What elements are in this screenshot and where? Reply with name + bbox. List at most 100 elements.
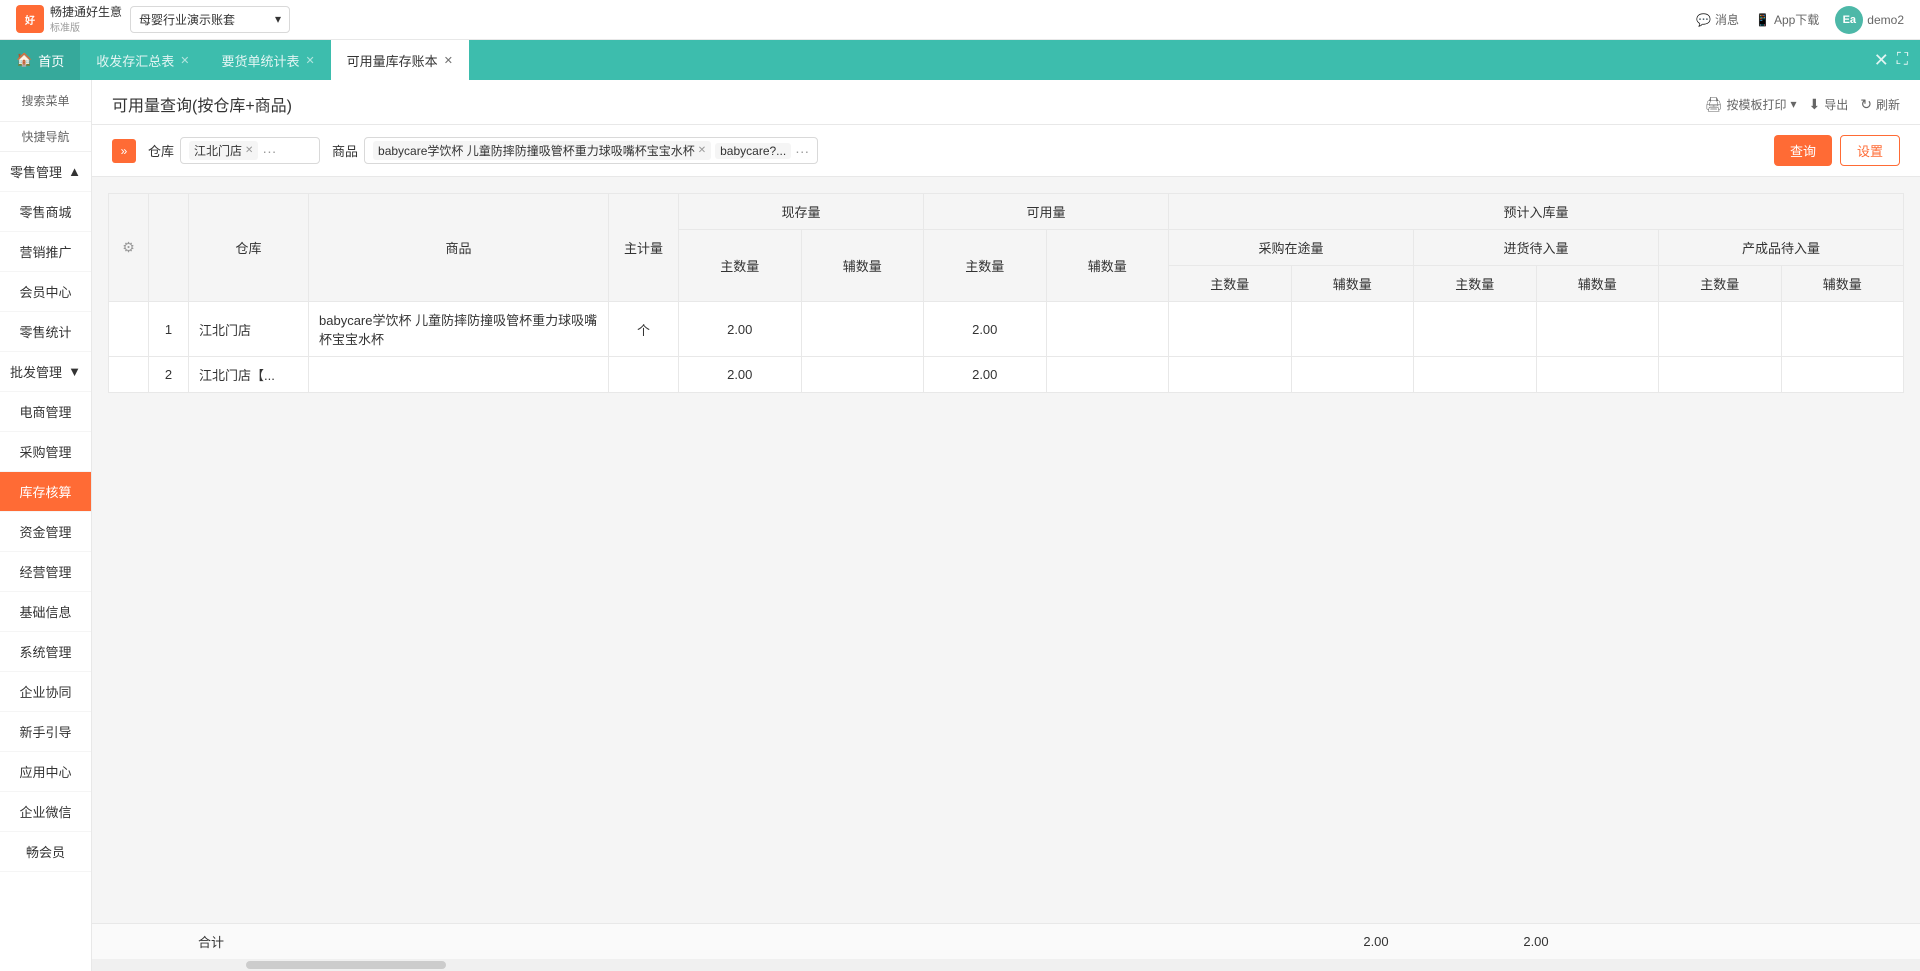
table-settings-icon[interactable]: ⚙ xyxy=(122,239,135,255)
tab-receive-summary-label: 收发存汇总表 xyxy=(96,51,174,70)
chevron-icon: ▲ xyxy=(68,164,81,179)
product-tag-1-text: babycare?... xyxy=(720,144,786,158)
sidebar-item-purchase-mgmt[interactable]: 采购管理 xyxy=(0,432,91,472)
warehouse-tag-text: 江北门店 xyxy=(194,142,242,159)
row1-production-aux xyxy=(1781,302,1904,357)
col-production-group-header: 产成品待入量 xyxy=(1659,230,1904,266)
message-action[interactable]: 💬 消息 xyxy=(1696,11,1739,28)
tab-receive-summary[interactable]: 收发存汇总表 ✕ xyxy=(80,40,205,80)
scroll-thumb[interactable] xyxy=(246,961,446,969)
tab-home-label: 首页 xyxy=(38,51,64,70)
refresh-icon: ↻ xyxy=(1860,96,1872,113)
sidebar-search-area: 搜索菜单 xyxy=(0,80,91,122)
sidebar-item-inventory[interactable]: 库存核算 xyxy=(0,472,91,512)
page-header: 可用量查询(按仓库+商品) 🖨 按模板打印 ▾ ⬇ 导出 ↻ 刷新 xyxy=(92,80,1920,125)
sidebar-quick-nav[interactable]: 快捷导航 xyxy=(0,122,91,152)
product-filter-tags[interactable]: babycare学饮杯 儿童防摔防撞吸管杯重力球吸嘴杯宝宝水杯 ✕ babyca… xyxy=(364,137,818,164)
sidebar-search-btn[interactable]: 搜索菜单 xyxy=(8,88,83,113)
row1-stock-main: 2.00 xyxy=(679,302,802,357)
bottom-scrollbar[interactable] xyxy=(92,959,1920,971)
total-num-cell xyxy=(148,924,188,959)
row1-incoming-main xyxy=(1414,302,1537,357)
tab-receive-summary-close[interactable]: ✕ xyxy=(180,54,189,67)
app-download-action[interactable]: 📱 App下载 xyxy=(1755,11,1819,28)
tab-order-stats[interactable]: 要货单统计表 ✕ xyxy=(205,40,330,80)
sidebar-item-wholesale-mgmt[interactable]: 批发管理 ▼ xyxy=(0,352,91,392)
expand-icon[interactable]: ⛶ xyxy=(1897,51,1908,69)
row1-num: 1 xyxy=(149,302,189,357)
product-tag-1: babycare?... xyxy=(715,143,791,159)
sidebar-item-sys-mgmt[interactable]: 系统管理 xyxy=(0,632,91,672)
table-row: 2 江北门店【... 2.00 2.00 xyxy=(109,357,1904,393)
total-stock-aux xyxy=(1416,924,1496,959)
row2-purchase-aux xyxy=(1291,357,1414,393)
tenant-selector[interactable]: 母婴行业演示账套 ▾ xyxy=(130,6,290,33)
row2-stock-aux xyxy=(801,357,924,393)
row1-settings xyxy=(109,302,149,357)
warehouse-tag-close[interactable]: ✕ xyxy=(245,145,253,156)
logo-icon: 好 xyxy=(16,5,44,33)
warehouse-filter-tags[interactable]: 江北门店 ✕ ··· xyxy=(180,137,320,164)
query-button[interactable]: 查询 xyxy=(1774,135,1832,166)
sidebar-item-basic-info[interactable]: 基础信息 xyxy=(0,592,91,632)
total-label-cell: 合计 xyxy=(188,924,1336,959)
col-purchase-group-header: 采购在途量 xyxy=(1169,230,1414,266)
warehouse-tag-0: 江北门店 ✕ xyxy=(189,141,258,160)
warehouse-filter-more[interactable]: ··· xyxy=(262,143,276,159)
row1-stock-aux xyxy=(801,302,924,357)
print-label: 按模板打印 xyxy=(1726,96,1786,113)
col-production-aux-header: 辅数量 xyxy=(1781,266,1904,302)
total-table: 合计 2.00 2.00 xyxy=(108,924,1904,959)
row1-warehouse: 江北门店 xyxy=(189,302,309,357)
sidebar-item-finance[interactable]: 资金管理 xyxy=(0,512,91,552)
sidebar-item-enterprise-collab[interactable]: 企业协同 xyxy=(0,672,91,712)
sidebar-item-ops-mgmt[interactable]: 经营管理 xyxy=(0,552,91,592)
sidebar-item-new-guide[interactable]: 新手引导 xyxy=(0,712,91,752)
sidebar-item-marketing[interactable]: 营销推广 xyxy=(0,232,91,272)
col-incoming-aux-header: 辅数量 xyxy=(1536,266,1659,302)
refresh-btn[interactable]: ↻ 刷新 xyxy=(1860,96,1900,113)
filter-bar: » 仓库 江北门店 ✕ ··· 商品 babycare学饮杯 儿童防摔防撞吸管杯… xyxy=(92,125,1920,177)
product-filter-more[interactable]: ··· xyxy=(795,143,809,159)
user-name: demo2 xyxy=(1867,13,1904,27)
chevron-down2-icon: ▼ xyxy=(68,364,81,379)
nav-tabs: 🏠 首页 收发存汇总表 ✕ 要货单统计表 ✕ 可用量库存账本 ✕ ✕ ⛶ xyxy=(0,40,1920,80)
close-all-icon[interactable]: ✕ xyxy=(1874,50,1889,71)
filter-toggle-btn[interactable]: » xyxy=(112,139,136,163)
col-incoming-main-header: 主数量 xyxy=(1414,266,1537,302)
page-title: 可用量查询(按仓库+商品) xyxy=(112,92,292,116)
tab-home[interactable]: 🏠 首页 xyxy=(0,40,80,80)
sidebar-item-member-center[interactable]: 会员中心 xyxy=(0,272,91,312)
tab-available-stock-label: 可用量库存账本 xyxy=(347,51,438,70)
total-available-aux xyxy=(1576,924,1623,959)
sidebar-item-member[interactable]: 畅会员 xyxy=(0,832,91,872)
tab-available-stock[interactable]: 可用量库存账本 ✕ xyxy=(331,40,469,80)
sidebar-item-retail-mgmt[interactable]: 零售管理 ▲ xyxy=(0,152,91,192)
product-tag-0-close[interactable]: ✕ xyxy=(698,145,706,156)
sidebar-item-enterprise-wechat[interactable]: 企业微信 xyxy=(0,792,91,832)
tab-available-stock-close[interactable]: ✕ xyxy=(444,54,453,67)
tenant-name: 母婴行业演示账套 xyxy=(139,11,235,28)
row2-stock-main: 2.00 xyxy=(679,357,802,393)
total-purchase-aux xyxy=(1670,924,1717,959)
row1-product: babycare学饮杯 儿童防摔防撞吸管杯重力球吸嘴杯宝宝水杯 xyxy=(309,302,609,357)
sidebar-item-app-center[interactable]: 应用中心 xyxy=(0,752,91,792)
sidebar-item-retail-stats[interactable]: 零售统计 xyxy=(0,312,91,352)
settings-button[interactable]: 设置 xyxy=(1840,135,1900,166)
print-btn[interactable]: 🖨 按模板打印 ▾ xyxy=(1705,96,1797,113)
top-bar-right: 💬 消息 📱 App下载 Ea demo2 xyxy=(1696,6,1904,34)
sidebar-item-retail-mall[interactable]: 零售商城 xyxy=(0,192,91,232)
tab-order-stats-close[interactable]: ✕ xyxy=(305,54,314,67)
total-incoming-main xyxy=(1717,924,1764,959)
row1-production-main xyxy=(1659,302,1782,357)
total-settings-cell xyxy=(108,924,148,959)
export-btn[interactable]: ⬇ 导出 xyxy=(1809,96,1849,113)
col-incoming-group-header: 进货待入量 xyxy=(1414,230,1659,266)
row2-settings xyxy=(109,357,149,393)
sidebar-item-ecommerce[interactable]: 电商管理 xyxy=(0,392,91,432)
col-production-main-header: 主数量 xyxy=(1659,266,1782,302)
col-purchase-main-header: 主数量 xyxy=(1169,266,1292,302)
user-area[interactable]: Ea demo2 xyxy=(1835,6,1904,34)
refresh-label: 刷新 xyxy=(1876,96,1900,113)
total-row: 合计 2.00 2.00 xyxy=(108,924,1904,959)
